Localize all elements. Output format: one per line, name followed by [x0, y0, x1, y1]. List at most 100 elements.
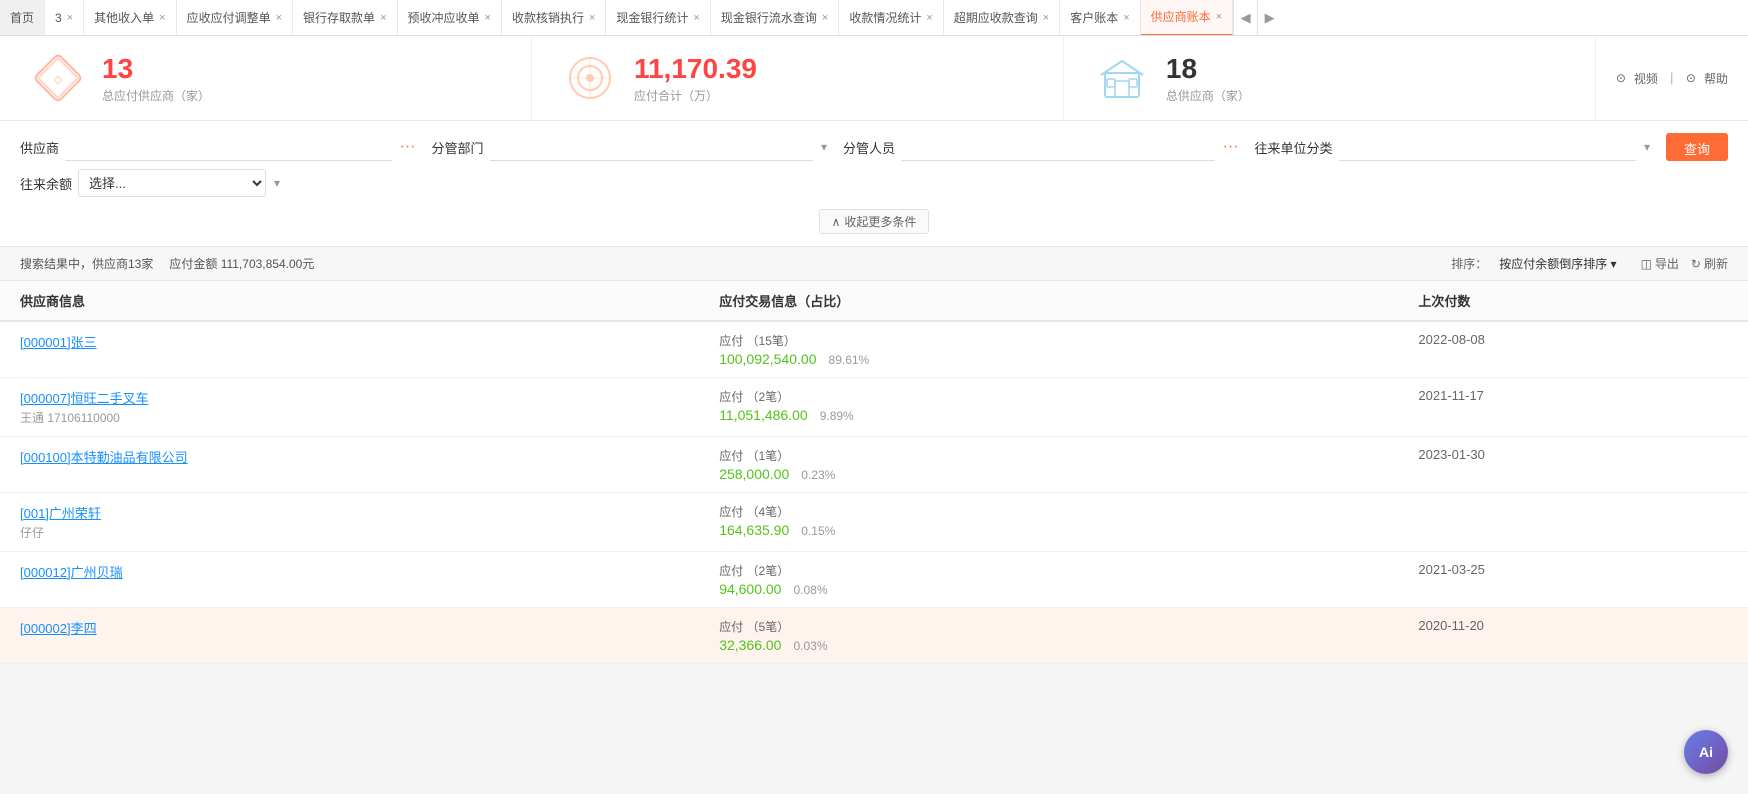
result-supplier-count: 搜索结果中，供应商13家	[20, 255, 153, 272]
nav-tab-overdue[interactable]: 超期应收款查询 ×	[944, 0, 1060, 36]
nav-tab-cash-stats[interactable]: 现金银行统计 ×	[606, 0, 710, 36]
nav-tab-supplier-ledger[interactable]: 供应商账本 ×	[1141, 0, 1233, 36]
last-pay-cell: 2021-03-25	[1398, 552, 1748, 608]
table-row: [000001]张三应付 （15笔）100,092,540.0089.61%20…	[0, 321, 1748, 378]
nav-tab-other-income[interactable]: 其他收入单 ×	[84, 0, 176, 36]
supplier-name-link[interactable]: [000007]恒旺二手叉车	[20, 391, 149, 406]
supplier-info-cell: [000001]张三	[0, 321, 699, 378]
pay-info-cell: 应付 （4笔）164,635.900.15%	[699, 493, 1398, 552]
nav-tab-supplier-ledger-close[interactable]: ×	[1216, 11, 1222, 23]
category-input[interactable]	[1339, 133, 1636, 161]
result-info: 搜索结果中，供应商13家 应付金额 111,703,854.00元	[20, 255, 314, 272]
nav-tab-customer-ledger-label: 客户账本	[1070, 9, 1118, 26]
nav-tab-adjustment-close[interactable]: ×	[276, 12, 282, 24]
nav-tab-home[interactable]: 首页	[0, 0, 45, 36]
person-dots-icon[interactable]: ···	[1223, 138, 1239, 156]
pay-info-cell: 应付 （2笔）94,600.000.08%	[699, 552, 1398, 608]
filter-dept: 分管部门 ▾	[432, 133, 828, 161]
payable-amount-label: 应付合计（万）	[634, 87, 1033, 104]
nav-tab-overdue-close[interactable]: ×	[1043, 12, 1049, 24]
balance-label: 往来余额	[20, 174, 72, 193]
help-link[interactable]: 帮助	[1704, 70, 1728, 87]
nav-tab-payment-exec[interactable]: 收款核销执行 ×	[502, 0, 606, 36]
pay-percent-value: 9.89%	[820, 409, 854, 423]
filter-supplier: 供应商 ···	[20, 133, 416, 161]
nav-tab-receipt-stats[interactable]: 收款情况统计 ×	[839, 0, 943, 36]
pay-amount-row: 164,635.90 0.15%	[719, 522, 1378, 538]
pay-amount-row: 94,600.000.08%	[719, 581, 1378, 597]
supplier-info-cell: [000007]恒旺二手叉车王通 17106110000	[0, 378, 699, 437]
search-button[interactable]: 查询	[1666, 133, 1728, 161]
supplier-dots-icon[interactable]: ···	[400, 138, 416, 156]
pay-amount-value: 164,635.90	[719, 522, 789, 538]
payable-amount-number: 11,170.39	[634, 52, 1033, 86]
nav-tab-3[interactable]: 3 ×	[45, 0, 84, 36]
nav-tab-bank-deposit-label: 银行存取款单	[303, 9, 375, 26]
main-table-wrapper: 供应商信息 应付交易信息（占比） 上次付数 [000001]张三应付 （15笔）…	[0, 281, 1748, 664]
dept-input[interactable]	[490, 133, 813, 161]
table-row: [000002]李四应付 （5笔）32,366.000.03%2020-11-2…	[0, 608, 1748, 664]
nav-scroll-left[interactable]: ◀	[1233, 0, 1257, 36]
nav-tab-3-close[interactable]: ×	[67, 12, 73, 24]
nav-tab-supplier-ledger-label: 供应商账本	[1151, 8, 1211, 25]
table-header-row: 供应商信息 应付交易信息（占比） 上次付数	[0, 281, 1748, 321]
balance-chevron-icon[interactable]: ▾	[274, 176, 280, 190]
nav-scroll-right[interactable]: ▶	[1257, 0, 1281, 36]
person-label: 分管人员	[843, 138, 895, 157]
ai-assistant-button[interactable]: Ai	[1684, 730, 1728, 774]
nav-tab-cash-flow-label: 现金银行流水查询	[721, 9, 817, 26]
last-pay-cell: 2021-11-17	[1398, 378, 1748, 437]
filter-area: 供应商 ··· 分管部门 ▾ 分管人员 ··· 往来单位分类 ▾ 查询 往来余额	[0, 121, 1748, 247]
category-chevron-icon[interactable]: ▾	[1644, 140, 1650, 154]
supplier-name-link[interactable]: [001]广州荣轩	[20, 506, 101, 521]
top-navigation: 首页 3 × 其他收入单 × 应收应付调整单 × 银行存取款单 × 预收冲应收单…	[0, 0, 1748, 36]
nav-tab-cash-stats-close[interactable]: ×	[693, 12, 699, 24]
payable-suppliers-text: 13 总应付供应商（家）	[102, 52, 501, 105]
pay-percent-value: 0.15%	[801, 524, 835, 538]
nav-tab-bank-deposit[interactable]: 银行存取款单 ×	[293, 0, 397, 36]
nav-tab-customer-ledger-close[interactable]: ×	[1123, 12, 1129, 24]
sort-button[interactable]: 按应付余额倒序排序 ▾	[1499, 255, 1616, 272]
nav-tab-other-income-close[interactable]: ×	[159, 12, 165, 24]
summary-card-payable-amount: 11,170.39 应付合计（万）	[532, 36, 1064, 120]
nav-tab-cash-flow[interactable]: 现金银行流水查询 ×	[711, 0, 839, 36]
nav-tab-payment-exec-close[interactable]: ×	[589, 12, 595, 24]
nav-tab-bank-deposit-close[interactable]: ×	[380, 12, 386, 24]
balance-select[interactable]: 选择...	[78, 169, 266, 197]
filter-category: 往来单位分类 ▾	[1255, 133, 1651, 161]
nav-tab-adjustment[interactable]: 应收应付调整单 ×	[177, 0, 293, 36]
export-button[interactable]: ◫ 导出	[1641, 255, 1679, 272]
supplier-name-link[interactable]: [000002]李四	[20, 621, 97, 636]
col-pay-info: 应付交易信息（占比）	[699, 281, 1398, 321]
nav-tab-receipt-stats-close[interactable]: ×	[926, 12, 932, 24]
supplier-label: 供应商	[20, 138, 59, 157]
refresh-label: 刷新	[1704, 255, 1728, 272]
col-last-pay: 上次付数	[1398, 281, 1748, 321]
collapse-button[interactable]: ∧ 收起更多条件	[819, 209, 930, 234]
supplier-sub-info: 仔仔	[20, 524, 679, 541]
export-label: 导出	[1655, 255, 1679, 272]
pay-amount-value: 11,051,486.00	[719, 407, 808, 423]
pay-amount-value: 32,366.00	[719, 637, 781, 653]
dept-chevron-icon[interactable]: ▾	[821, 140, 827, 154]
video-link[interactable]: 视频	[1634, 70, 1658, 87]
nav-tab-advance[interactable]: 预收冲应收单 ×	[398, 0, 502, 36]
nav-tab-payment-exec-label: 收款核销执行	[512, 9, 584, 26]
nav-tab-cash-flow-close[interactable]: ×	[822, 12, 828, 24]
nav-tab-overdue-label: 超期应收款查询	[954, 9, 1038, 26]
supplier-input[interactable]	[65, 133, 392, 161]
supplier-name-link[interactable]: [000100]本特勤油品有限公司	[20, 450, 188, 465]
pay-count-label: 应付 （5笔）	[719, 618, 1378, 635]
person-input[interactable]	[901, 133, 1215, 161]
supplier-name-link[interactable]: [000012]广州贝瑞	[20, 565, 123, 580]
supplier-info-cell: [000012]广州贝瑞	[0, 552, 699, 608]
grain-icon	[562, 50, 618, 106]
supplier-table: 供应商信息 应付交易信息（占比） 上次付数 [000001]张三应付 （15笔）…	[0, 281, 1748, 664]
nav-tab-customer-ledger[interactable]: 客户账本 ×	[1060, 0, 1140, 36]
refresh-button[interactable]: ↻ 刷新	[1691, 255, 1728, 272]
supplier-name-link[interactable]: [000001]张三	[20, 335, 97, 350]
nav-tab-home-label: 首页	[10, 9, 34, 26]
nav-tab-advance-close[interactable]: ×	[485, 12, 491, 24]
collapse-row: ∧ 收起更多条件	[20, 205, 1728, 238]
nav-tab-cash-stats-label: 现金银行统计	[616, 9, 688, 26]
